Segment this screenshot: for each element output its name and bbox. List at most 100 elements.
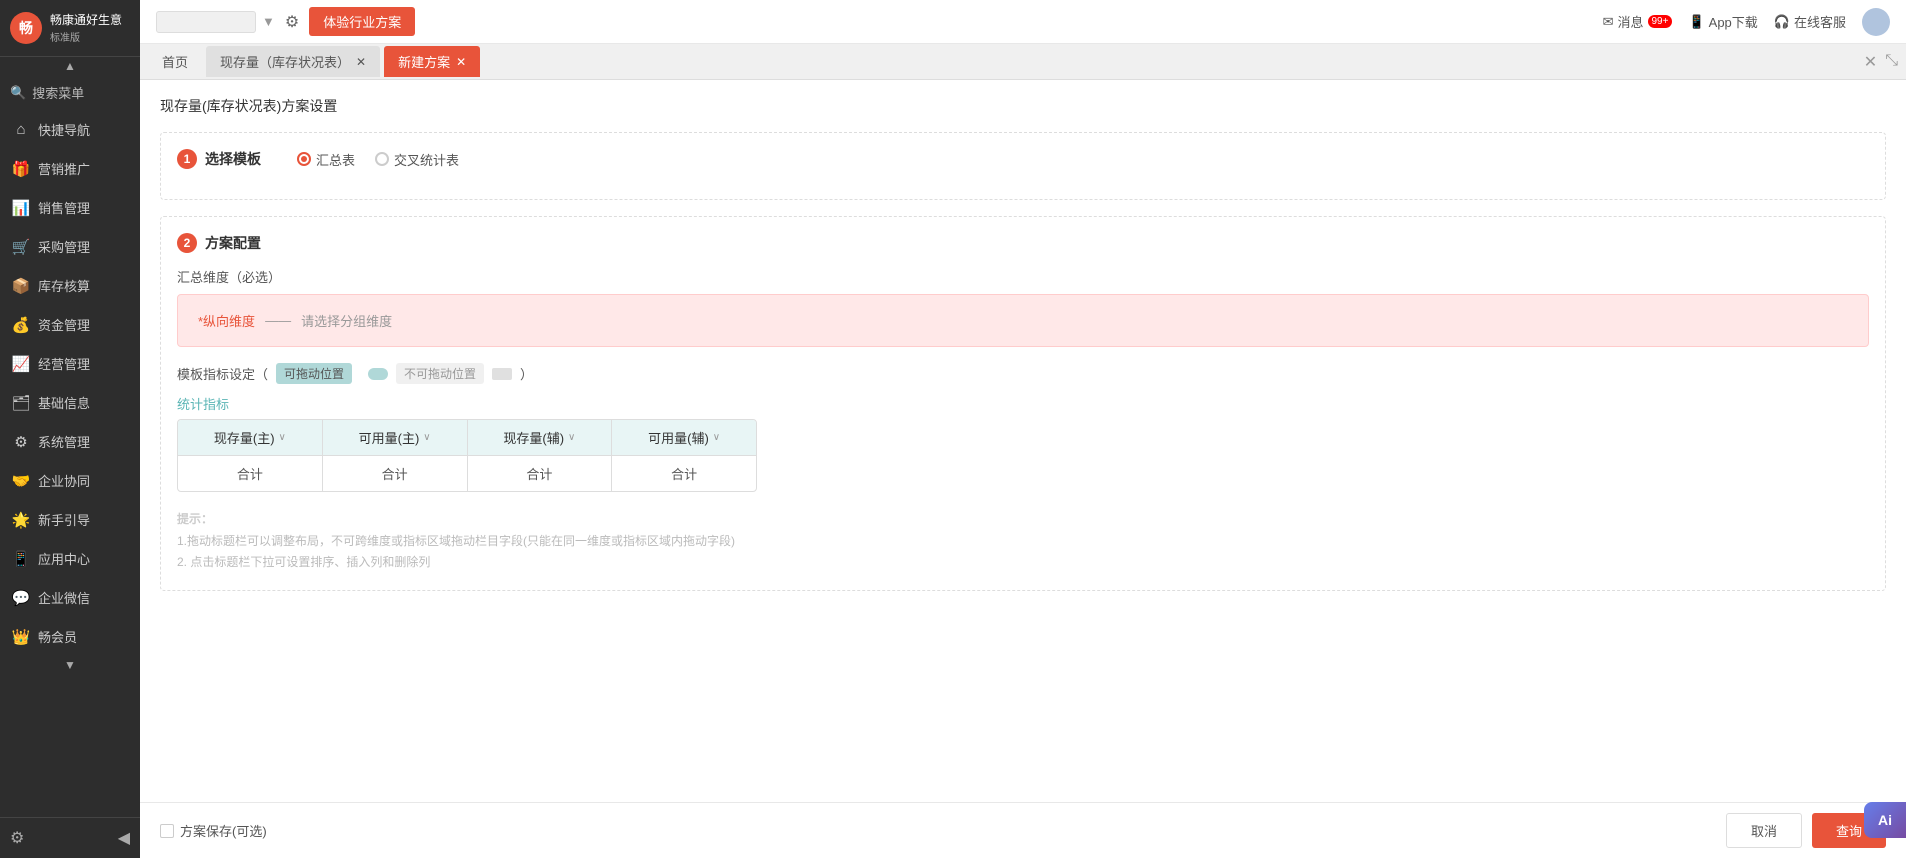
tab-expand-icon[interactable]: ⤡ (1885, 52, 1898, 72)
app-center-icon: 📱 (12, 550, 30, 568)
tabs-bar: 首页 现存量（库存状况表） ✕ 新建方案 ✕ ✕ ⤡ (140, 44, 1906, 80)
col-sub-available-dropdown[interactable]: ∨ (713, 432, 720, 443)
cancel-button[interactable]: 取消 (1726, 813, 1802, 848)
sidebar-item-label: 畅会员 (38, 627, 77, 646)
dimension-placeholder[interactable]: 请选择分组维度 (301, 311, 392, 330)
col-main-available-dropdown[interactable]: ∨ (423, 432, 430, 443)
sidebar: 畅 畅康通好生意 标准版 ▲ 🔍 搜索菜单 ⌂ 快捷导航 🎁 营销推广 📊 销售… (0, 0, 140, 858)
app-download-label: App下载 (1709, 12, 1758, 31)
content-area: 现存量(库存状况表)方案设置 1 选择模板 汇总表 交叉统计表 (140, 80, 1906, 802)
sidebar-item-enterprise[interactable]: 🤝 企业协同 (0, 461, 140, 500)
radio-summary[interactable]: 汇总表 (297, 150, 355, 169)
stats-header-row: 现存量(主) ∨ 可用量(主) ∨ 现存量(辅) ∨ 可用量(辅) (178, 420, 756, 455)
topbar-left: ▼ ⚙ 体验行业方案 (156, 7, 415, 36)
step1-section: 1 选择模板 汇总表 交叉统计表 (160, 132, 1886, 200)
message-icon: ✉ (1603, 14, 1614, 30)
dropdown-icon[interactable]: ▼ (262, 14, 275, 29)
marketing-icon: 🎁 (12, 160, 30, 178)
sidebar-item-inventory[interactable]: 📦 库存核算 (0, 266, 140, 305)
sidebar-scroll-up[interactable]: ▲ (0, 57, 140, 75)
step1-title: 选择模板 (205, 149, 261, 169)
dimension-required-star: *纵向维度 (198, 311, 255, 330)
sidebar-item-newbie[interactable]: 🌟 新手引导 (0, 500, 140, 539)
sidebar-scroll-down[interactable]: ▼ (0, 656, 140, 674)
app-logo-icon: 畅 (10, 12, 42, 44)
tab-home-label: 首页 (162, 52, 188, 71)
sidebar-item-purchase[interactable]: 🛒 采购管理 (0, 227, 140, 266)
app-version: 标准版 (50, 29, 122, 44)
sidebar-item-system[interactable]: ⚙ 系统管理 (0, 422, 140, 461)
sidebar-item-marketing[interactable]: 🎁 营销推广 (0, 149, 140, 188)
system-icon: ⚙ (12, 433, 30, 451)
tip-2: 2. 点击标题栏下拉可设置排序、插入列和删除列 (177, 552, 1869, 574)
indicator-settings-label: 模板指标设定（ (177, 364, 268, 383)
topbar-search-area: ▼ (156, 11, 275, 33)
sidebar-item-wechat[interactable]: 💬 企业微信 (0, 578, 140, 617)
user-avatar[interactable] (1862, 8, 1890, 36)
ai-float-button[interactable]: Ai (1864, 802, 1906, 838)
sidebar-item-label: 企业协同 (38, 471, 90, 490)
tab-inventory-close-icon[interactable]: ✕ (356, 55, 366, 69)
sidebar-item-label: 采购管理 (38, 237, 90, 256)
step2-title: 方案配置 (205, 233, 261, 253)
col-header-main-available[interactable]: 可用量(主) ∨ (323, 420, 468, 455)
radio-cross-label: 交叉统计表 (394, 150, 459, 169)
settings-gear-icon[interactable]: ⚙ (285, 12, 299, 32)
purchase-icon: 🛒 (12, 238, 30, 256)
footer-buttons: 取消 查询 (1726, 813, 1886, 848)
tab-new-scheme-close-icon[interactable]: ✕ (456, 55, 466, 69)
step2-header: 2 方案配置 (177, 233, 1869, 253)
dimension-area: *纵向维度 —— 请选择分组维度 (177, 294, 1869, 347)
quick-nav-icon: ⌂ (12, 121, 30, 139)
topbar: ▼ ⚙ 体验行业方案 ✉ 消息 99+ 📱 App下载 🎧 在线客服 (140, 0, 1906, 44)
sidebar-item-app-center[interactable]: 📱 应用中心 (0, 539, 140, 578)
message-button[interactable]: ✉ 消息 99+ (1603, 12, 1673, 31)
tab-inventory-status[interactable]: 现存量（库存状况表） ✕ (206, 46, 380, 77)
sidebar-item-label: 新手引导 (38, 510, 90, 529)
col-sub-stock-dropdown[interactable]: ∨ (568, 432, 575, 443)
sidebar-item-basic[interactable]: 🗂 基础信息 (0, 383, 140, 422)
col-header-sub-stock[interactable]: 现存量(辅) ∨ (468, 420, 613, 455)
sidebar-item-sales[interactable]: 📊 销售管理 (0, 188, 140, 227)
indicator-settings: 模板指标设定（ 可拖动位置 不可拖动位置 ） 统计指标 现存量(主) ∨ (177, 363, 1869, 574)
sidebar-item-member[interactable]: 👑 畅会员 (0, 617, 140, 656)
radio-cross[interactable]: 交叉统计表 (375, 150, 459, 169)
stats-data-row: 合计 合计 合计 合计 (178, 455, 756, 491)
sidebar-bottom: ⚙ ◀ (0, 817, 140, 858)
col-header-main-stock[interactable]: 现存量(主) ∨ (178, 420, 323, 455)
tab-home[interactable]: 首页 (148, 46, 202, 77)
download-icon: 📱 (1688, 14, 1704, 30)
stats-table: 现存量(主) ∨ 可用量(主) ∨ 现存量(辅) ∨ 可用量(辅) (177, 419, 757, 492)
movable-icon (368, 368, 388, 380)
radio-summary-label: 汇总表 (316, 150, 355, 169)
sidebar-search-label: 搜索菜单 (32, 83, 84, 102)
customer-service-button[interactable]: 🎧 在线客服 (1774, 12, 1846, 31)
sidebar-item-quick-nav[interactable]: ⌂ 快捷导航 (0, 110, 140, 149)
col-main-stock-label: 现存量(主) (214, 428, 275, 447)
search-icon: 🔍 (10, 85, 26, 101)
sidebar-settings-icon[interactable]: ⚙ (10, 828, 24, 848)
stats-section-title: 统计指标 (177, 394, 1869, 413)
app-download-button[interactable]: 📱 App下载 (1688, 12, 1757, 31)
message-badge: 99+ (1648, 15, 1673, 28)
tips-title: 提示： (177, 512, 213, 526)
experience-button[interactable]: 体验行业方案 (309, 7, 415, 36)
tab-new-scheme[interactable]: 新建方案 ✕ (384, 46, 480, 77)
col-header-sub-available[interactable]: 可用量(辅) ∨ (612, 420, 756, 455)
sidebar-collapse-icon[interactable]: ◀ (118, 828, 130, 848)
sidebar-item-finance[interactable]: 💰 资金管理 (0, 305, 140, 344)
save-checkbox[interactable] (160, 824, 174, 838)
sidebar-item-operation[interactable]: 📈 经营管理 (0, 344, 140, 383)
tab-close-all-icon[interactable]: ✕ (1864, 52, 1877, 72)
step2-section: 2 方案配置 汇总维度（必选） *纵向维度 —— 请选择分组维度 模板指标设定（… (160, 216, 1886, 591)
dimension-row: *纵向维度 —— 请选择分组维度 (198, 311, 1848, 330)
col-sub-available-label: 可用量(辅) (648, 428, 709, 447)
cell-sum-1: 合计 (178, 456, 323, 491)
sidebar-item-label: 基础信息 (38, 393, 90, 412)
newbie-icon: 🌟 (12, 511, 30, 529)
radio-summary-circle (297, 152, 311, 166)
finance-icon: 💰 (12, 316, 30, 334)
search-input[interactable] (156, 11, 256, 33)
col-main-stock-dropdown[interactable]: ∨ (279, 432, 286, 443)
sidebar-search[interactable]: 🔍 搜索菜单 (0, 75, 140, 110)
